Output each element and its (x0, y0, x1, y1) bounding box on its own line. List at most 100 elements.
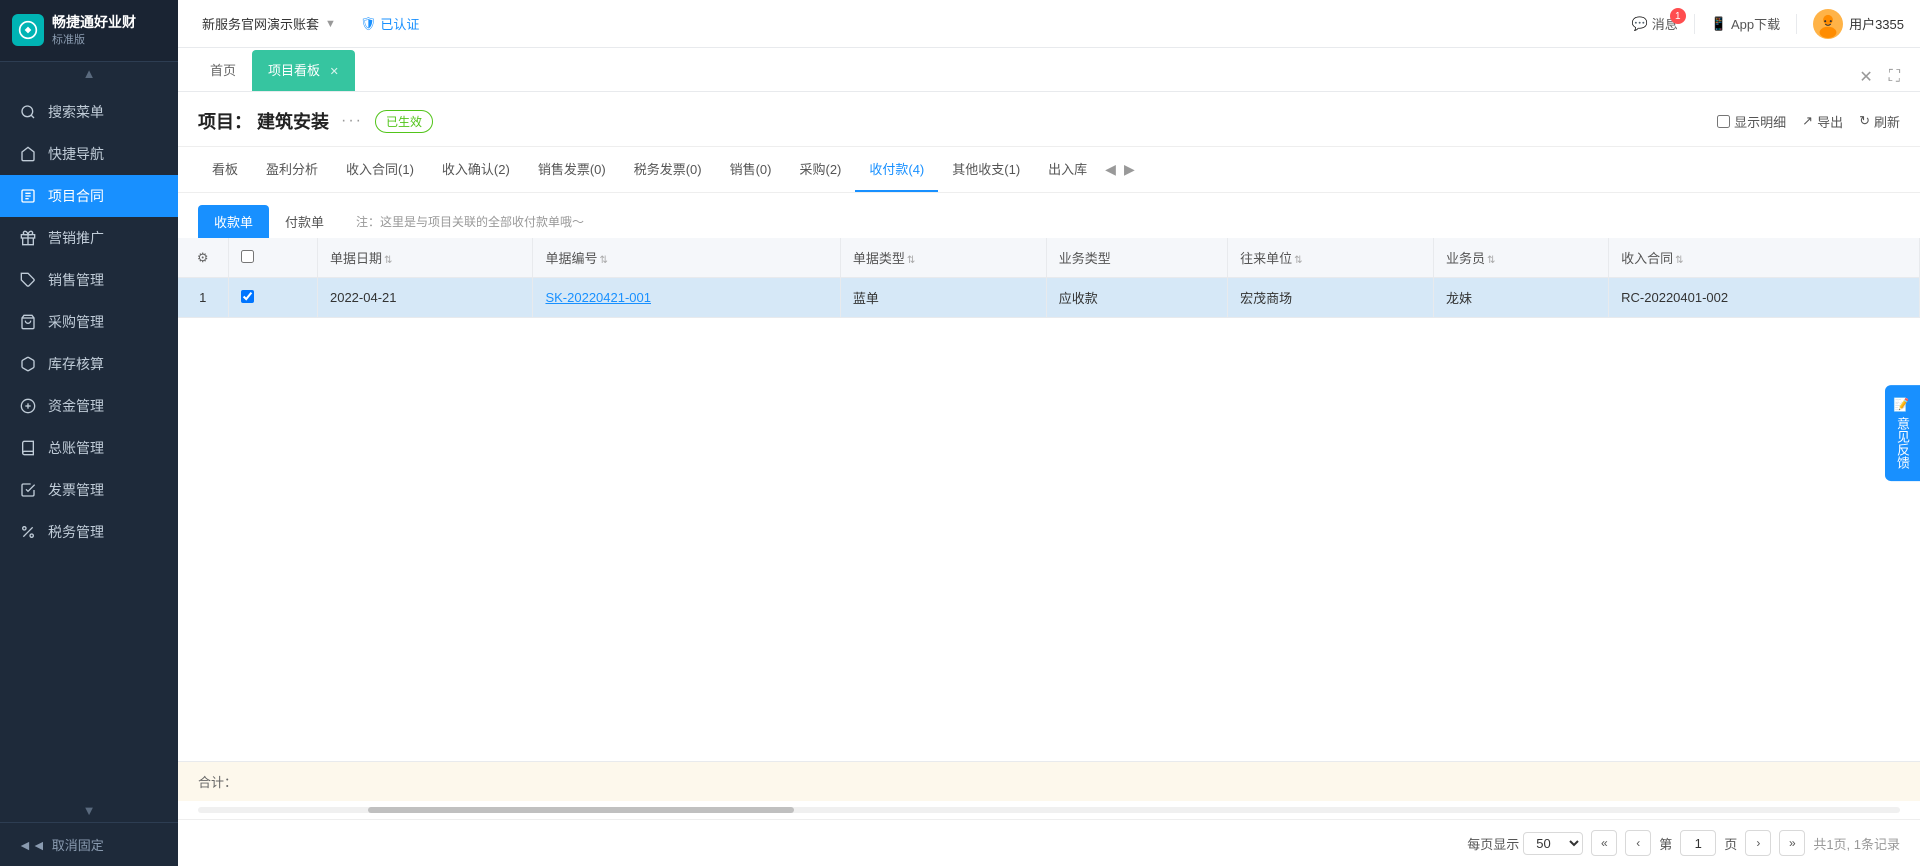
project-title: 项目： 建筑安装 (198, 108, 329, 134)
document-number-link[interactable]: SK-20220421-001 (545, 290, 651, 305)
horizontal-scrollbar[interactable] (198, 807, 1900, 813)
sidebar-item-marketing[interactable]: 营销推广 (0, 217, 178, 259)
sub-tab-tax-invoice[interactable]: 税务发票(0) (620, 147, 716, 192)
table-row[interactable]: 1 2022-04-21 SK-20220421-001 蓝单 应收款 (178, 278, 1920, 318)
inner-tab-payment-label: 付款单 (285, 215, 324, 230)
sidebar-item-quicknav[interactable]: 快捷导航 (0, 133, 178, 175)
tab-close-window-btn[interactable]: ✕ (1855, 63, 1876, 91)
home-icon (18, 144, 38, 164)
box-icon (18, 354, 38, 374)
sidebar-item-contract[interactable]: 项目合同 (0, 175, 178, 217)
app-title: 畅捷通好业财 (52, 14, 136, 31)
th-income-contract[interactable]: 收入合同⇅ (1609, 238, 1920, 278)
next-page-icon: › (1756, 836, 1760, 850)
project-header: 项目： 建筑安装 ··· 已生效 显示明细 ↗ 导出 ↻ (178, 92, 1920, 147)
sidebar-item-tax[interactable]: 税务管理 (0, 511, 178, 553)
th-type[interactable]: 单据类型⇅ (840, 238, 1046, 278)
sidebar-item-sales[interactable]: 销售管理 (0, 259, 178, 301)
account-name: 新服务官网演示账套 (202, 14, 319, 33)
user-area[interactable]: 用户3355 (1813, 9, 1904, 39)
sub-tab-purchase[interactable]: 采购(2) (785, 147, 855, 192)
tab-home[interactable]: 首页 (194, 50, 252, 91)
cell-number[interactable]: SK-20220421-001 (533, 278, 840, 318)
show-detail-checkbox[interactable]: 显示明细 (1717, 112, 1786, 131)
feedback-label: 意见反馈 (1893, 417, 1912, 469)
sort-salesman-icon: ⇅ (1487, 255, 1495, 266)
message-btn[interactable]: 💬 消息 1 (1632, 14, 1678, 33)
sub-tab-next-arrow[interactable]: ▶ (1120, 153, 1139, 186)
last-page-btn[interactable]: » (1779, 830, 1805, 856)
sidebar-item-label: 总账管理 (48, 438, 104, 458)
percent-icon (18, 522, 38, 542)
inner-tab-payment[interactable]: 付款单 (269, 205, 340, 238)
scrollbar-row (178, 801, 1920, 819)
page-size-dropdown[interactable]: 50 100 200 (1523, 832, 1583, 855)
tab-project-board-label: 项目看板 (268, 63, 320, 78)
sidebar-item-inventory[interactable]: 库存核算 (0, 343, 178, 385)
sidebar-item-label: 销售管理 (48, 270, 104, 290)
table-header-row: ⚙ 单据日期⇅ 单据编号⇅ (178, 238, 1920, 278)
sub-tab-other-expense[interactable]: 其他收支(1) (938, 147, 1034, 192)
sub-tab-income-confirm[interactable]: 收入确认(2) (428, 147, 524, 192)
settings-icon[interactable]: ⚙ (197, 250, 209, 265)
inner-tab-receipt[interactable]: 收款单 (198, 205, 269, 238)
tab-close-icon[interactable]: ✕ (330, 66, 339, 78)
certified-badge: 🛡 已认证 (360, 14, 420, 33)
first-page-btn[interactable]: « (1591, 830, 1617, 856)
tab-maximize-btn[interactable]: ⛶ (1885, 64, 1904, 90)
sub-tab-warehouse[interactable]: 出入库 (1034, 147, 1101, 192)
project-more-btn[interactable]: ··· (341, 112, 363, 130)
sub-tab-profit[interactable]: 盈利分析 (252, 147, 332, 192)
tabbar-controls: ✕ ⛶ (1855, 63, 1904, 91)
app-download-btn[interactable]: 📱 App下载 (1711, 14, 1780, 33)
sort-number-icon: ⇅ (599, 255, 607, 266)
project-name: 建筑安装 (257, 112, 329, 132)
th-settings[interactable]: ⚙ (178, 238, 228, 278)
feedback-btn[interactable]: 📝 意见反馈 (1885, 385, 1920, 481)
page-input[interactable] (1680, 830, 1716, 856)
total-label: 合计： (198, 775, 237, 790)
select-all-checkbox[interactable] (241, 250, 254, 263)
sidebar-unpin-btn[interactable]: ◄◄ 取消固定 (0, 822, 178, 866)
sub-tab-prev-arrow[interactable]: ◀ (1101, 153, 1120, 186)
sub-tab-sales-invoice[interactable]: 销售发票(0) (524, 147, 620, 192)
user-name: 用户3355 (1849, 14, 1904, 33)
sidebar-item-finance[interactable]: 资金管理 (0, 385, 178, 427)
table-container[interactable]: ⚙ 单据日期⇅ 单据编号⇅ (178, 238, 1920, 761)
sidebar-item-purchase[interactable]: 采购管理 (0, 301, 178, 343)
cell-checkbox[interactable] (228, 278, 317, 318)
export-btn[interactable]: ↗ 导出 (1802, 112, 1843, 131)
next-page-btn[interactable]: › (1745, 830, 1771, 856)
sidebar-item-ledger[interactable]: 总账管理 (0, 427, 178, 469)
page-size-select: 每页显示 50 100 200 (1467, 832, 1583, 855)
sub-tab-sales[interactable]: 销售(0) (716, 147, 786, 192)
th-number[interactable]: 单据编号⇅ (533, 238, 840, 278)
sidebar-scroll-up[interactable]: ▲ (0, 62, 178, 85)
sidebar-scroll-down[interactable]: ▼ (0, 799, 178, 822)
refresh-label: 刷新 (1874, 112, 1900, 131)
tab-project-board[interactable]: 项目看板 ✕ (252, 50, 355, 91)
cell-type: 蓝单 (840, 278, 1046, 318)
project-status-badge: 已生效 (375, 110, 433, 133)
refresh-btn[interactable]: ↻ 刷新 (1859, 112, 1900, 131)
first-page-icon: « (1601, 836, 1608, 850)
scrollbar-thumb[interactable] (368, 807, 794, 813)
row-checkbox[interactable] (241, 290, 254, 303)
book-icon (18, 438, 38, 458)
sidebar-item-search[interactable]: 搜索菜单 (0, 91, 178, 133)
th-partner[interactable]: 往来单位⇅ (1228, 238, 1434, 278)
sub-tab-income-contract[interactable]: 收入合同(1) (332, 147, 428, 192)
account-dropdown-icon: ▼ (325, 18, 336, 30)
topbar: 新服务官网演示账套 ▼ 🛡 已认证 💬 消息 1 📱 App下载 (178, 0, 1920, 48)
user-avatar (1813, 9, 1843, 39)
show-detail-input[interactable] (1717, 115, 1730, 128)
sub-tab-receipt[interactable]: 收付款(4) (855, 147, 938, 192)
account-selector[interactable]: 新服务官网演示账套 ▼ (194, 10, 344, 37)
prev-page-btn[interactable]: ‹ (1625, 830, 1651, 856)
th-date[interactable]: 单据日期⇅ (317, 238, 532, 278)
topbar-divider-2 (1796, 14, 1797, 34)
th-salesman[interactable]: 业务员⇅ (1433, 238, 1608, 278)
sub-tab-kanban[interactable]: 看板 (198, 147, 252, 192)
table-area: ⚙ 单据日期⇅ 单据编号⇅ (178, 238, 1920, 866)
sidebar-item-invoice[interactable]: 发票管理 (0, 469, 178, 511)
